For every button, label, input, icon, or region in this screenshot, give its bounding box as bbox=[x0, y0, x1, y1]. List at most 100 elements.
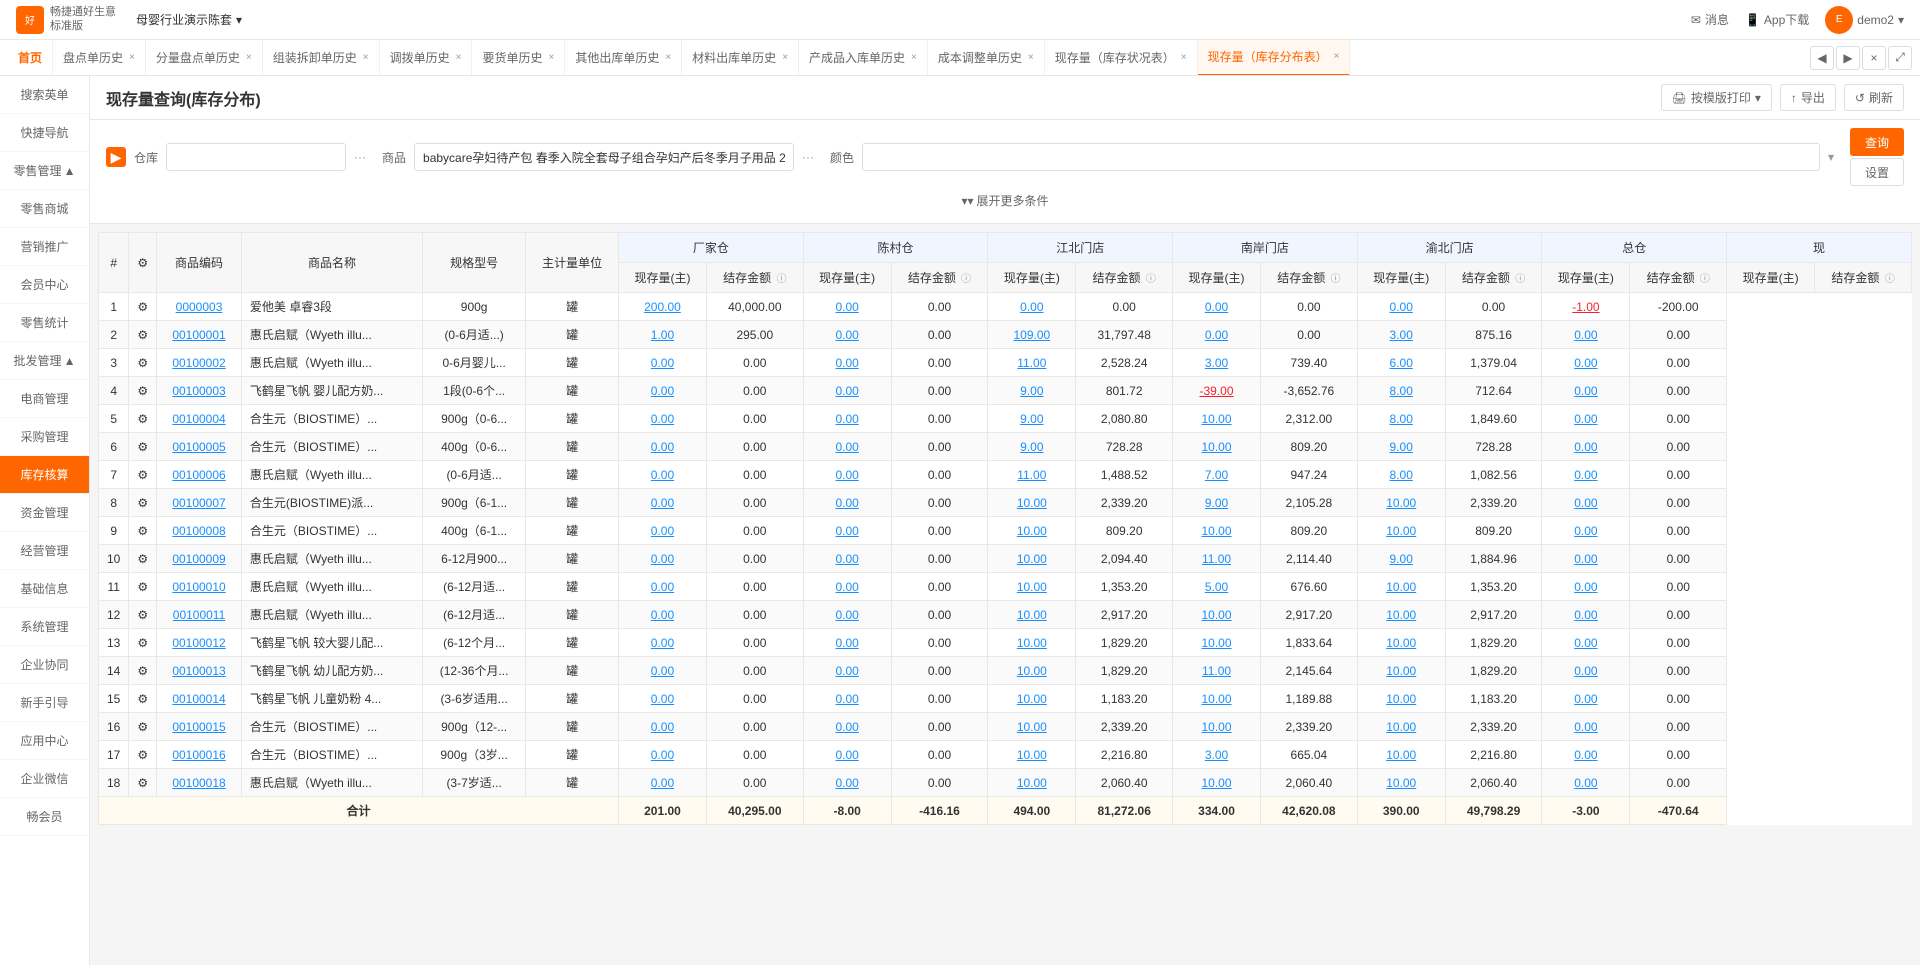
nav-close-all[interactable]: × bbox=[1862, 46, 1886, 70]
color-dropdown[interactable]: ▾ bbox=[1828, 150, 1834, 164]
avatar: E bbox=[1825, 6, 1853, 34]
sidebar-item-marketing[interactable]: 营销推广 bbox=[0, 228, 89, 266]
tab-close-0[interactable]: × bbox=[129, 52, 135, 63]
cell-gear[interactable]: ⚙ bbox=[129, 433, 157, 461]
warehouse-input[interactable] bbox=[166, 143, 346, 171]
tab-8[interactable]: 产成品入库单历史 × bbox=[799, 40, 928, 76]
sidebar-item-inventory[interactable]: 库存核算 bbox=[0, 456, 89, 494]
cell-w1-qty: 200.00 bbox=[619, 293, 707, 321]
cell-gear[interactable]: ⚙ bbox=[129, 461, 157, 489]
cell-gear[interactable]: ⚙ bbox=[129, 601, 157, 629]
filter-expand-btn[interactable]: ▶ bbox=[106, 147, 126, 167]
warehouse-ellipsis[interactable]: ··· bbox=[354, 150, 366, 164]
nav-next[interactable]: ▶ bbox=[1836, 46, 1860, 70]
cell-gear[interactable]: ⚙ bbox=[129, 545, 157, 573]
tab-close-3[interactable]: × bbox=[456, 52, 462, 63]
tab-7[interactable]: 材料出库单历史 × bbox=[682, 40, 799, 76]
color-input[interactable] bbox=[862, 143, 1820, 171]
tab-close-2[interactable]: × bbox=[363, 52, 369, 63]
sidebar-item-purchase[interactable]: 采购管理 bbox=[0, 418, 89, 456]
tab-home[interactable]: 首页 bbox=[8, 40, 53, 76]
cell-gear[interactable]: ⚙ bbox=[129, 769, 157, 797]
cell-spec: (0-6月适...) bbox=[423, 321, 526, 349]
tab-close-4[interactable]: × bbox=[548, 52, 554, 63]
cell-gear[interactable]: ⚙ bbox=[129, 377, 157, 405]
info-icon-1[interactable]: ⓘ bbox=[776, 274, 786, 285]
refresh-btn[interactable]: ↺ 刷新 bbox=[1844, 84, 1904, 111]
table-row: 14 ⚙ 00100013 飞鹤星飞帆 幼儿配方奶... (12-36个月...… bbox=[99, 657, 1912, 685]
sidebar-item-enterprise-collab[interactable]: 企业协同 bbox=[0, 646, 89, 684]
cell-gear[interactable]: ⚙ bbox=[129, 293, 157, 321]
sidebar-item-retail-manage[interactable]: 零售管理 ▲ bbox=[0, 152, 89, 190]
sidebar-item-finance[interactable]: 资金管理 bbox=[0, 494, 89, 532]
nav-prev[interactable]: ◀ bbox=[1810, 46, 1834, 70]
goods-ellipsis[interactable]: ··· bbox=[802, 150, 814, 164]
tab-close-6[interactable]: × bbox=[782, 52, 788, 63]
info-icon-7[interactable]: ⓘ bbox=[1885, 274, 1895, 285]
info-icon-4[interactable]: ⓘ bbox=[1331, 274, 1341, 285]
info-icon-6[interactable]: ⓘ bbox=[1700, 274, 1710, 285]
sidebar-item-basic-info[interactable]: 基础信息 bbox=[0, 570, 89, 608]
cell-gear[interactable]: ⚙ bbox=[129, 517, 157, 545]
sidebar-item-retail-mall[interactable]: 零售商城 bbox=[0, 190, 89, 228]
info-icon-2[interactable]: ⓘ bbox=[961, 274, 971, 285]
message-btn[interactable]: ✉ 消息 bbox=[1691, 11, 1729, 28]
sidebar-item-ecommerce[interactable]: 电商管理 bbox=[0, 380, 89, 418]
cell-spec: (0-6月适... bbox=[423, 461, 526, 489]
query-button[interactable]: 查询 bbox=[1850, 128, 1904, 156]
tab-9[interactable]: 成本调整单历史 × bbox=[928, 40, 1045, 76]
cell-w2-qty: 0.00 bbox=[803, 601, 891, 629]
cell-gear[interactable]: ⚙ bbox=[129, 713, 157, 741]
tab-4[interactable]: 调拨单历史 × bbox=[380, 40, 473, 76]
tab-close-7[interactable]: × bbox=[911, 52, 917, 63]
sidebar-item-retail-stats[interactable]: 零售统计 bbox=[0, 304, 89, 342]
tab-3[interactable]: 组装拆卸单历史 × bbox=[263, 40, 380, 76]
tab-5[interactable]: 要货单历史 × bbox=[472, 40, 565, 76]
sidebar-item-quicknav[interactable]: 快捷导航 bbox=[0, 114, 89, 152]
info-icon-3[interactable]: ⓘ bbox=[1146, 274, 1156, 285]
sidebar-item-guide[interactable]: 新手引导 bbox=[0, 684, 89, 722]
tab-close-5[interactable]: × bbox=[665, 52, 671, 63]
user-menu[interactable]: E demo2 ▾ bbox=[1825, 6, 1904, 34]
goods-input[interactable] bbox=[414, 143, 794, 171]
cell-gear[interactable]: ⚙ bbox=[129, 657, 157, 685]
setting-button[interactable]: 设置 bbox=[1850, 158, 1904, 186]
tab-close-8[interactable]: × bbox=[1028, 52, 1034, 63]
cell-w1-amt: 0.00 bbox=[706, 601, 803, 629]
cell-w2-qty: 0.00 bbox=[803, 517, 891, 545]
cell-gear[interactable]: ⚙ bbox=[129, 405, 157, 433]
sidebar-item-member[interactable]: 会员中心 bbox=[0, 266, 89, 304]
cell-code: 00100009 bbox=[157, 545, 242, 573]
tab-1[interactable]: 盘点单历史 × bbox=[53, 40, 146, 76]
cell-gear[interactable]: ⚙ bbox=[129, 489, 157, 517]
sidebar-item-wholesale[interactable]: 批发管理 ▲ bbox=[0, 342, 89, 380]
logo-text: 畅捷通好生意 标准版 bbox=[50, 6, 116, 32]
cell-gear[interactable]: ⚙ bbox=[129, 321, 157, 349]
info-icon-5[interactable]: ⓘ bbox=[1515, 274, 1525, 285]
tab-close-10[interactable]: × bbox=[1334, 51, 1340, 62]
industry-selector[interactable]: 母婴行业演示陈套 ▾ bbox=[136, 11, 242, 28]
cell-gear[interactable]: ⚙ bbox=[129, 349, 157, 377]
sidebar-item-wechat[interactable]: 企业微信 bbox=[0, 760, 89, 798]
app-download-btn[interactable]: 📱 App下载 bbox=[1745, 11, 1809, 28]
cell-w5-amt: 2,060.40 bbox=[1445, 769, 1542, 797]
cell-gear[interactable]: ⚙ bbox=[129, 741, 157, 769]
tab-2[interactable]: 分量盘点单历史 × bbox=[146, 40, 263, 76]
nav-expand[interactable]: ⤢ bbox=[1888, 46, 1912, 70]
export-btn[interactable]: ↑ 导出 bbox=[1780, 84, 1836, 111]
sidebar-item-app-center[interactable]: 应用中心 bbox=[0, 722, 89, 760]
cell-gear[interactable]: ⚙ bbox=[129, 629, 157, 657]
tab-close-9[interactable]: × bbox=[1181, 52, 1187, 63]
print-btn[interactable]: 🖨 按模版打印 ▾ bbox=[1661, 84, 1772, 111]
tab-10[interactable]: 现存量（库存状况表） × bbox=[1045, 40, 1198, 76]
cell-gear[interactable]: ⚙ bbox=[129, 685, 157, 713]
cell-gear[interactable]: ⚙ bbox=[129, 573, 157, 601]
tab-11-active[interactable]: 现存量（库存分布表） × bbox=[1198, 40, 1351, 76]
sidebar-item-member2[interactable]: 畅会员 bbox=[0, 798, 89, 836]
sidebar-item-search[interactable]: 搜索英单 bbox=[0, 76, 89, 114]
sidebar-item-operations[interactable]: 经营管理 bbox=[0, 532, 89, 570]
tab-close-1[interactable]: × bbox=[246, 52, 252, 63]
expand-more-btn[interactable]: ▾▾ 展开更多条件 bbox=[961, 192, 1048, 209]
sidebar-item-system[interactable]: 系统管理 bbox=[0, 608, 89, 646]
tab-6[interactable]: 其他出库单历史 × bbox=[565, 40, 682, 76]
